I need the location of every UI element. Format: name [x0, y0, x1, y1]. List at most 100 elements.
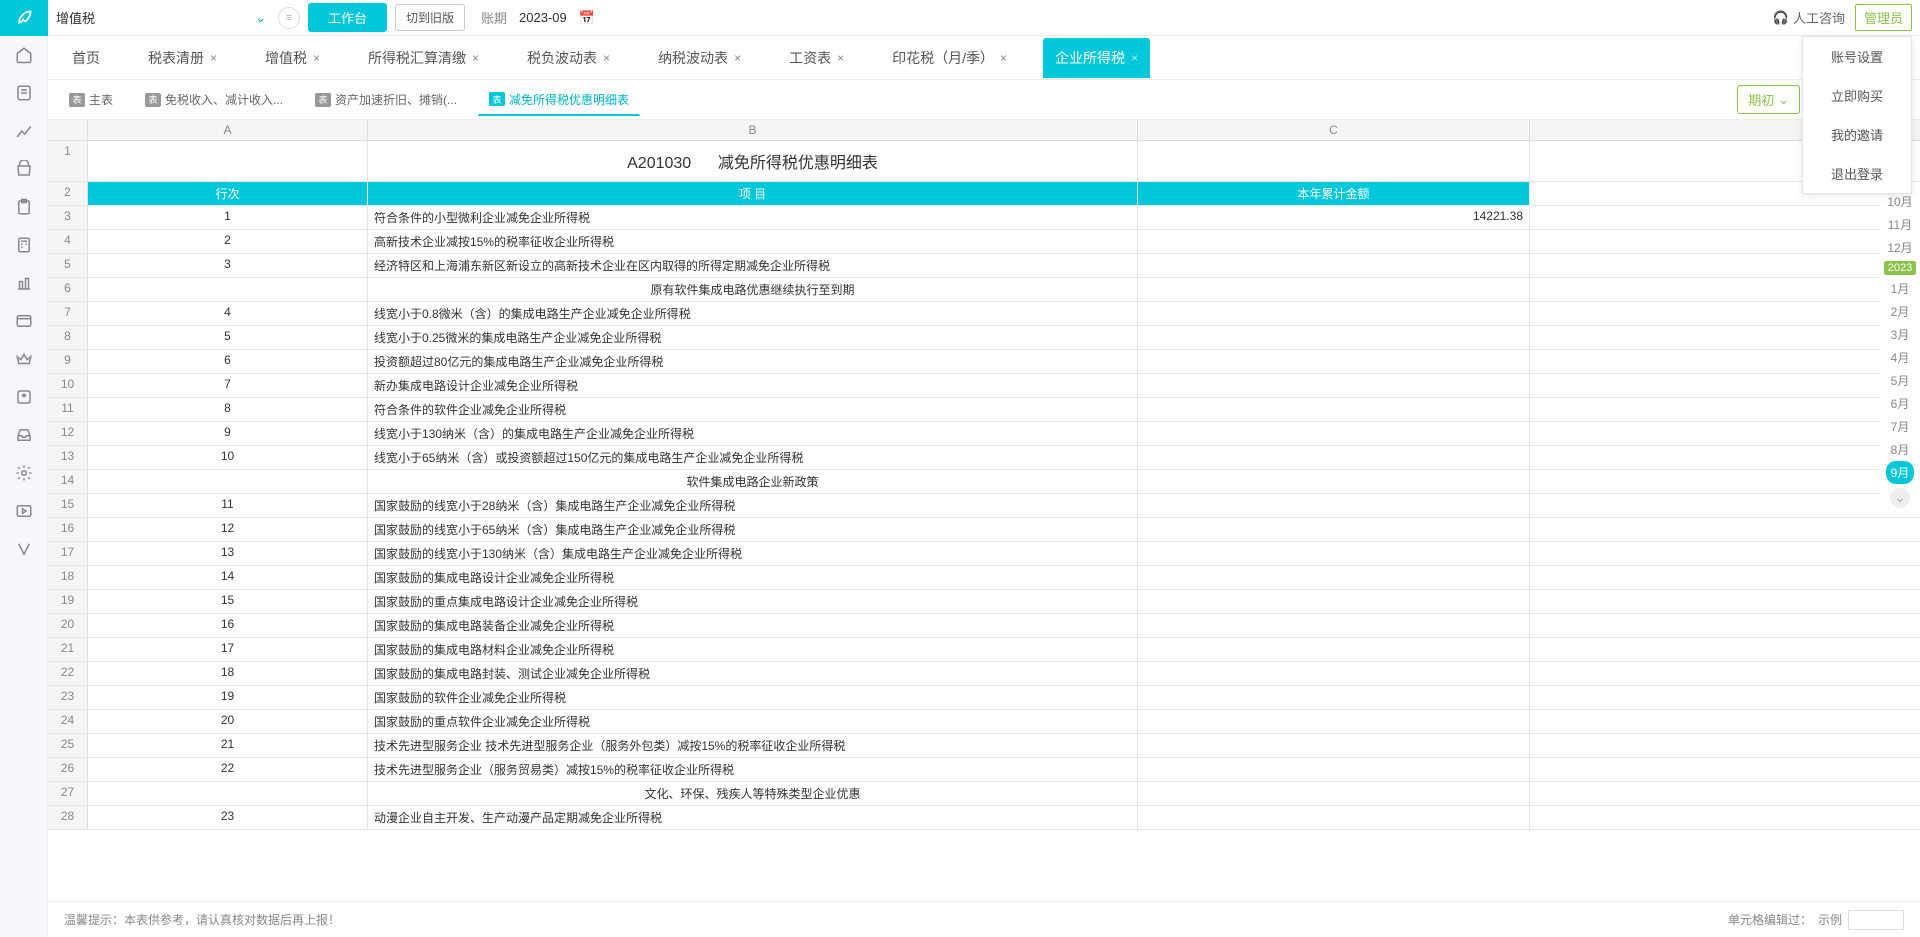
cell-amount[interactable]: [1138, 614, 1530, 637]
cell-item[interactable]: 线宽小于130纳米（含）的集成电路生产企业减免企业所得税: [368, 422, 1138, 445]
cell-amount[interactable]: [1138, 806, 1530, 829]
close-icon[interactable]: ×: [603, 51, 610, 65]
close-icon[interactable]: ×: [472, 51, 479, 65]
cell-amount[interactable]: [1138, 254, 1530, 277]
cell-item[interactable]: 投资额超过80亿元的集成电路生产企业减免企业所得税: [368, 350, 1138, 373]
cell-amount[interactable]: [1138, 350, 1530, 373]
cell-amount[interactable]: [1138, 398, 1530, 421]
rail-bag-icon[interactable]: [0, 150, 48, 188]
cell-amount[interactable]: [1138, 230, 1530, 253]
cell-item[interactable]: 技术先进型服务企业（服务贸易类）减按15%的税率征收企业所得税: [368, 758, 1138, 781]
month-item[interactable]: 5月: [1880, 369, 1920, 392]
row-number[interactable]: 25: [48, 734, 88, 757]
month-item[interactable]: 6月: [1880, 392, 1920, 415]
row-number[interactable]: 8: [48, 326, 88, 349]
tax-type-dropdown[interactable]: 增值税 ⌄: [56, 8, 266, 27]
close-icon[interactable]: ×: [313, 51, 320, 65]
cell-item[interactable]: 线宽小于65纳米（含）或投资额超过150亿元的集成电路生产企业减免企业所得税: [368, 446, 1138, 469]
rail-play-icon[interactable]: [0, 492, 48, 530]
cell-amount[interactable]: [1138, 566, 1530, 589]
cell-item[interactable]: 符合条件的软件企业减免企业所得税: [368, 398, 1138, 421]
row-number[interactable]: 28: [48, 806, 88, 829]
cell-item[interactable]: 国家鼓励的线宽小于130纳米（含）集成电路生产企业减免企业所得税: [368, 542, 1138, 565]
row-number[interactable]: 14: [48, 470, 88, 493]
calendar-icon[interactable]: 📅: [579, 10, 595, 26]
rail-build-icon[interactable]: [0, 264, 48, 302]
cell-item[interactable]: 经济特区和上海浦东新区新设立的高新技术企业在区内取得的所得定期减免企业所得税: [368, 254, 1138, 277]
cell-item[interactable]: 原有软件集成电路优惠继续执行至到期: [368, 278, 1138, 301]
main-tab[interactable]: 所得税汇算清缴×: [356, 38, 491, 78]
cell-amount[interactable]: [1138, 518, 1530, 541]
rail-home-icon[interactable]: [0, 36, 48, 74]
row-number[interactable]: 26: [48, 758, 88, 781]
row-number[interactable]: 27: [48, 782, 88, 805]
cell-amount[interactable]: 14221.38: [1138, 206, 1530, 229]
cell-seq[interactable]: 7: [88, 374, 368, 397]
row-number[interactable]: 20: [48, 614, 88, 637]
cell-seq[interactable]: 21: [88, 734, 368, 757]
col-header[interactable]: B: [368, 120, 1138, 140]
rail-clipboard-icon[interactable]: [0, 188, 48, 226]
row-number[interactable]: 13: [48, 446, 88, 469]
month-item[interactable]: 2月: [1880, 300, 1920, 323]
cell-seq[interactable]: 1: [88, 206, 368, 229]
cell-amount[interactable]: [1138, 782, 1530, 805]
cell-seq[interactable]: [88, 278, 368, 301]
month-item[interactable]: 12月: [1880, 236, 1920, 259]
row-number[interactable]: 17: [48, 542, 88, 565]
cell-seq[interactable]: 15: [88, 590, 368, 613]
cell-seq[interactable]: 13: [88, 542, 368, 565]
cell-item[interactable]: 国家鼓励的重点软件企业减免企业所得税: [368, 710, 1138, 733]
admin-menu-item[interactable]: 我的邀请: [1803, 115, 1911, 154]
cell-amount[interactable]: [1138, 446, 1530, 469]
rail-crown-icon[interactable]: [0, 340, 48, 378]
cell-seq[interactable]: [88, 782, 368, 805]
col-header[interactable]: A: [88, 120, 368, 140]
month-expand-icon[interactable]: ⌄: [1890, 488, 1910, 508]
cell-item[interactable]: 动漫企业自主开发、生产动漫产品定期减免企业所得税: [368, 806, 1138, 829]
cell-item[interactable]: 国家鼓励的线宽小于28纳米（含）集成电路生产企业减免企业所得税: [368, 494, 1138, 517]
cell-item[interactable]: 国家鼓励的重点集成电路设计企业减免企业所得税: [368, 590, 1138, 613]
cell-seq[interactable]: 14: [88, 566, 368, 589]
close-icon[interactable]: ×: [837, 51, 844, 65]
month-item[interactable]: 1月: [1880, 277, 1920, 300]
rail-board-icon[interactable]: [0, 302, 48, 340]
main-tab[interactable]: 税表清册×: [136, 38, 229, 78]
cell-amount[interactable]: [1138, 326, 1530, 349]
list-icon[interactable]: ≡: [278, 7, 300, 29]
month-item[interactable]: 3月: [1880, 323, 1920, 346]
cell-seq[interactable]: 3: [88, 254, 368, 277]
main-tab[interactable]: 税负波动表×: [515, 38, 622, 78]
row-number[interactable]: 6: [48, 278, 88, 301]
cell-amount[interactable]: [1138, 542, 1530, 565]
rail-settings-icon[interactable]: [0, 454, 48, 492]
rail-v-icon[interactable]: [0, 530, 48, 568]
cell-amount[interactable]: [1138, 734, 1530, 757]
cell-amount[interactable]: [1138, 590, 1530, 613]
rail-inbox-icon[interactable]: [0, 416, 48, 454]
cell-seq[interactable]: 5: [88, 326, 368, 349]
month-item[interactable]: 11月: [1880, 213, 1920, 236]
cell-amount[interactable]: [1138, 422, 1530, 445]
cell-item[interactable]: 国家鼓励的线宽小于65纳米（含）集成电路生产企业减免企业所得税: [368, 518, 1138, 541]
row-number[interactable]: 16: [48, 518, 88, 541]
row-number[interactable]: 10: [48, 374, 88, 397]
row-number[interactable]: 15: [48, 494, 88, 517]
cell-item[interactable]: 线宽小于0.8微米（含）的集成电路生产企业减免企业所得税: [368, 302, 1138, 325]
cell-item[interactable]: 文化、环保、残疾人等特殊类型企业优惠: [368, 782, 1138, 805]
cell-seq[interactable]: 10: [88, 446, 368, 469]
row-number[interactable]: 19: [48, 590, 88, 613]
switch-old-button[interactable]: 切到旧版: [395, 4, 465, 31]
cell-item[interactable]: 高新技术企业减按15%的税率征收企业所得税: [368, 230, 1138, 253]
cell-item[interactable]: 国家鼓励的集成电路材料企业减免企业所得税: [368, 638, 1138, 661]
cell-amount[interactable]: [1138, 662, 1530, 685]
cell-item[interactable]: 国家鼓励的软件企业减免企业所得税: [368, 686, 1138, 709]
close-icon[interactable]: ×: [734, 51, 741, 65]
cell-seq[interactable]: 4: [88, 302, 368, 325]
row-number[interactable]: 21: [48, 638, 88, 661]
cell-amount[interactable]: [1138, 374, 1530, 397]
main-tab[interactable]: 印花税（月/季）×: [880, 38, 1019, 78]
cell-amount[interactable]: [1138, 710, 1530, 733]
close-icon[interactable]: ×: [1131, 51, 1138, 65]
admin-button[interactable]: 管理员: [1855, 4, 1912, 31]
